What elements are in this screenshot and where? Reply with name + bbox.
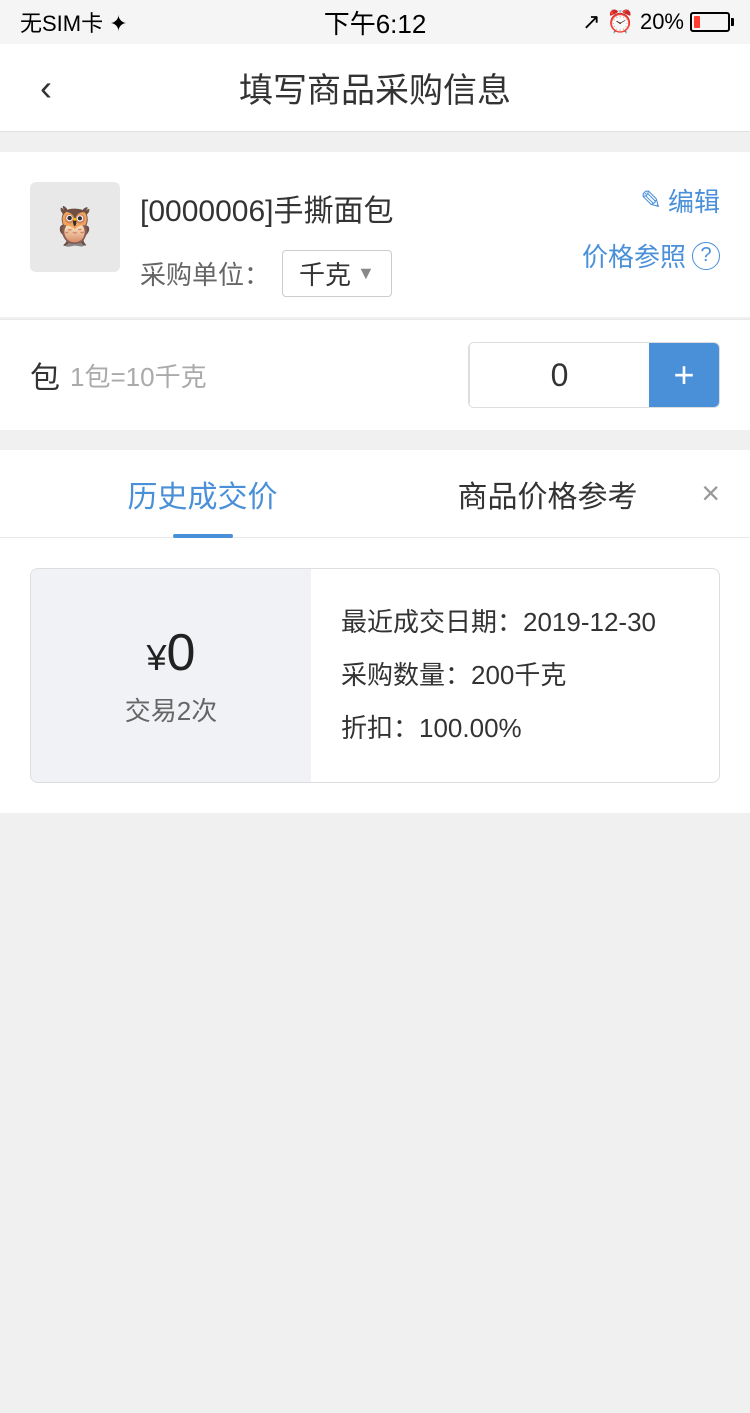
- detail-discount-label: 折扣：: [341, 713, 419, 743]
- purchase-unit-row: 采购单位： 千克 ▼: [140, 250, 393, 297]
- detail-qty-label: 采购数量：: [341, 660, 471, 690]
- battery-icon: [690, 12, 730, 32]
- detail-discount-value: 100.00%: [419, 713, 522, 743]
- history-detail-quantity: 采购数量：200千克: [341, 656, 689, 695]
- page-title: 填写商品采购信息: [239, 63, 511, 112]
- battery-percent: 20%: [640, 9, 684, 35]
- info-icon: ?: [692, 242, 720, 270]
- product-image-placeholder: 🦉: [51, 205, 98, 249]
- purchase-unit-label: 采购单位：: [140, 255, 270, 292]
- tab-history-label: 历史成交价: [128, 472, 278, 516]
- bag-icon: 包: [30, 353, 60, 397]
- history-price-value: ¥0: [147, 623, 196, 683]
- battery-fill: [694, 16, 700, 28]
- header: ‹ 填写商品采购信息: [0, 44, 750, 132]
- history-details-section: 最近成交日期：2019-12-30 采购数量：200千克 折扣：100.00%: [311, 569, 719, 782]
- detail-date-value: 2019-12-30: [523, 607, 656, 637]
- history-content: ¥0 交易2次 最近成交日期：2019-12-30 采购数量：200千克 折扣：…: [0, 538, 750, 813]
- product-thumbnail: 🦉: [30, 182, 120, 272]
- history-detail-date: 最近成交日期：2019-12-30: [341, 603, 689, 642]
- unit-select-dropdown[interactable]: 千克 ▼: [282, 250, 392, 297]
- panel-section: 历史成交价 商品价格参考 × ¥0 交易2次 最近成交日期：2019-12-30…: [0, 450, 750, 813]
- unit-value: 千克: [299, 255, 351, 292]
- edit-button[interactable]: ✎ 编辑: [640, 182, 720, 219]
- tab-active-indicator: [173, 534, 233, 538]
- tabs-header: 历史成交价 商品价格参考 ×: [0, 450, 750, 538]
- close-panel-button[interactable]: ×: [691, 465, 730, 522]
- tab-price-ref-label: 商品价格参考: [458, 472, 638, 516]
- tab-history-price[interactable]: 历史成交价: [30, 450, 375, 538]
- alarm-icon: ⏰: [607, 9, 634, 35]
- product-info: [0000006]手撕面包 采购单位： 千克 ▼: [140, 182, 393, 297]
- bag-equiv-label: 1包=10千克: [70, 357, 207, 394]
- back-button[interactable]: ‹: [30, 57, 62, 119]
- edit-icon: ✎: [640, 185, 662, 216]
- tab-price-reference[interactable]: 商品价格参考: [375, 450, 720, 538]
- status-bar: 无SIM卡 ✦ 下午6:12 ↗ ⏰ 20%: [0, 0, 750, 44]
- page-background: [0, 813, 750, 1413]
- detail-date-label: 最近成交日期：: [341, 607, 523, 637]
- bag-info: 包 1包=10千克: [30, 353, 207, 397]
- carrier-label: 无SIM卡 ✦: [20, 6, 128, 38]
- history-detail-discount: 折扣：100.00%: [341, 709, 689, 748]
- detail-qty-value: 200千克: [471, 660, 566, 690]
- product-actions: ✎ 编辑 价格参照 ?: [582, 182, 720, 274]
- status-right: ↗ ⏰ 20%: [582, 9, 730, 35]
- quantity-control: +: [468, 342, 720, 408]
- quantity-plus-button[interactable]: +: [649, 343, 719, 407]
- product-row: 🦉 [0000006]手撕面包 采购单位： 千克 ▼ ✎ 编辑: [30, 182, 720, 297]
- history-card: ¥0 交易2次 最近成交日期：2019-12-30 采购数量：200千克 折扣：…: [30, 568, 720, 783]
- edit-label: 编辑: [668, 182, 720, 219]
- history-price-section: ¥0 交易2次: [31, 569, 311, 782]
- product-section: 🦉 [0000006]手撕面包 采购单位： 千克 ▼ ✎ 编辑: [0, 152, 750, 317]
- quantity-section: 包 1包=10千克 +: [0, 319, 750, 430]
- product-name: [0000006]手撕面包: [140, 186, 393, 230]
- yen-symbol: ¥: [147, 637, 167, 678]
- history-trades-count: 交易2次: [125, 691, 217, 728]
- quantity-input[interactable]: [469, 343, 649, 407]
- dropdown-arrow-icon: ▼: [357, 263, 375, 284]
- product-left: 🦉 [0000006]手撕面包 采购单位： 千克 ▼: [30, 182, 393, 297]
- price-reference-button[interactable]: 价格参照 ?: [582, 237, 720, 274]
- location-icon: ↗: [582, 9, 600, 35]
- status-time: 下午6:12: [324, 4, 427, 41]
- price-ref-label: 价格参照: [582, 237, 686, 274]
- status-left: 无SIM卡 ✦: [20, 6, 128, 38]
